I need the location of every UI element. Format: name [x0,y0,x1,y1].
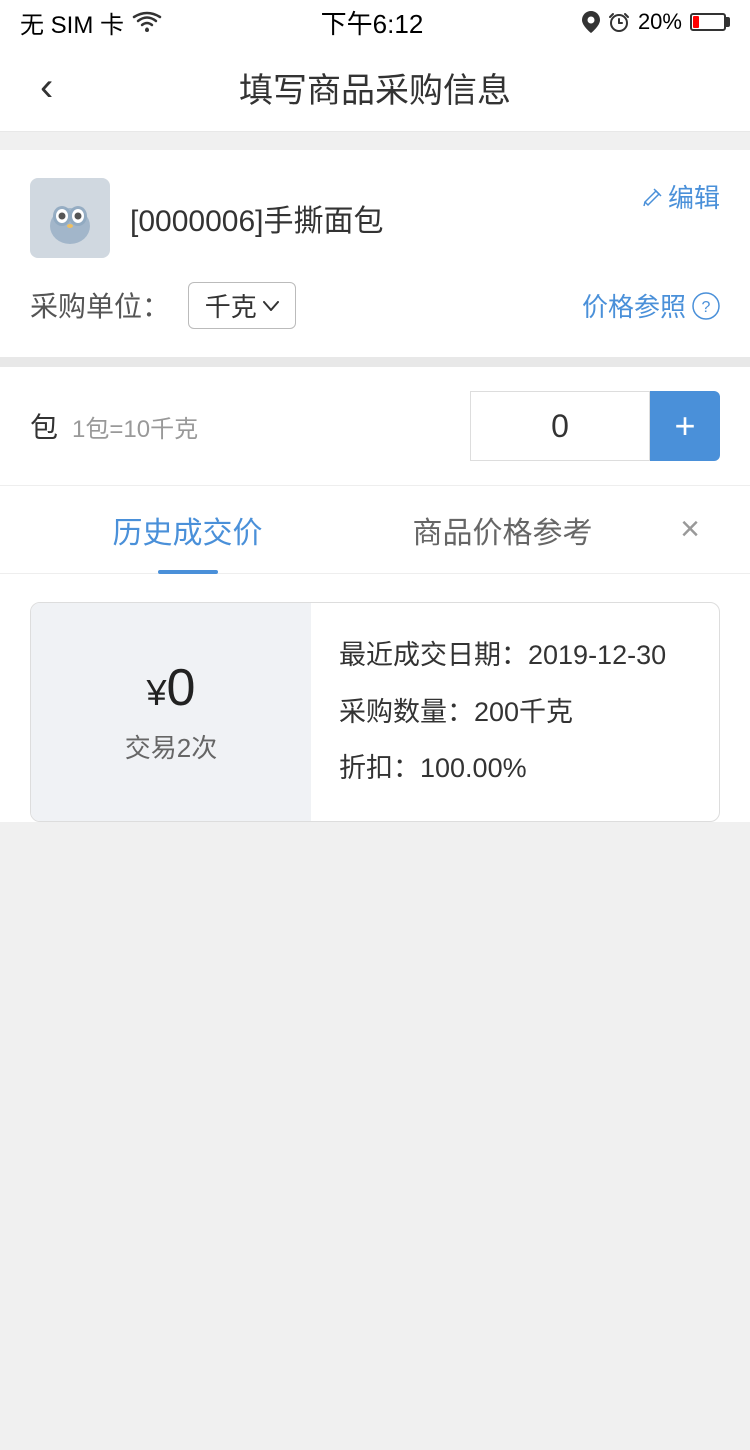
qty-unit-info: 包 1包=10千克 [30,406,198,446]
purchase-qty-value: 200千克 [474,697,573,727]
qty-unit-badge: 包 [30,406,58,446]
qty-plus-button[interactable]: + [650,391,720,461]
product-unit-row: 采购单位： 千克 价格参照 ? [30,282,720,329]
section-divider [0,357,750,367]
quantity-row: 包 1包=10千克 0 + [0,367,750,486]
battery-percent: 20% [638,9,682,35]
help-icon: ? [692,292,720,320]
tabs-section: 历史成交价 商品价格参考 × ¥0 交易2次 最近成交日期：2019-12-30… [0,486,750,822]
recent-date-row: 最近成交日期：2019-12-30 [339,635,691,676]
history-price-section: ¥0 交易2次 [31,603,311,821]
main-content [0,850,750,1450]
status-left: 无 SIM 卡 [20,5,162,40]
history-details-section: 最近成交日期：2019-12-30 采购数量：200千克 折扣：100.00% [311,603,719,821]
purchase-qty-label: 采购数量： [339,697,474,727]
discount-value: 100.00% [420,753,527,783]
unit-value: 千克 [205,287,257,324]
back-button[interactable]: ‹ [30,55,63,120]
tab-close-button[interactable]: × [660,500,720,560]
edit-label: 编辑 [668,178,720,215]
discount-row: 折扣：100.00% [339,748,691,789]
history-trades-count: 交易2次 [125,728,217,765]
battery-icon [690,13,730,31]
edit-icon [642,186,664,208]
tab-history-price[interactable]: 历史成交价 [30,486,345,574]
owl-icon [40,188,100,248]
recent-date-value: 2019-12-30 [528,640,666,670]
tabs-header: 历史成交价 商品价格参考 × [0,486,750,574]
price-value: 0 [167,659,196,717]
tab-product-price[interactable]: 商品价格参考 [345,486,660,574]
unit-select[interactable]: 千克 [188,282,296,329]
discount-label: 折扣： [339,753,420,783]
product-card: [0000006]手撕面包 编辑 采购单位： 千克 价格参照 [0,150,750,357]
status-bar: 无 SIM 卡 下午6:12 20% [0,0,750,44]
product-thumbnail [30,178,110,258]
svg-text:?: ? [702,299,711,316]
qty-value: 0 [551,408,569,445]
location-icon [582,11,600,33]
status-right: 20% [582,9,730,35]
nav-bar: ‹ 填写商品采购信息 [0,44,750,132]
purchase-qty-row: 采购数量：200千克 [339,692,691,733]
edit-button[interactable]: 编辑 [642,178,720,215]
carrier-text: 无 SIM 卡 [20,5,124,40]
product-left: [0000006]手撕面包 [30,178,383,258]
qty-unit-hint: 1包=10千克 [72,409,198,444]
product-name: [0000006]手撕面包 [130,196,383,240]
page-title: 填写商品采购信息 [239,63,511,112]
unit-label: 采购单位： [30,291,170,322]
currency-symbol: ¥ [147,672,167,713]
history-card: ¥0 交易2次 最近成交日期：2019-12-30 采购数量：200千克 折扣：… [30,602,720,822]
history-price-display: ¥0 [147,658,196,718]
price-ref-label: 价格参照 [582,287,686,324]
wifi-icon [132,11,162,33]
tab-history-label: 历史成交价 [113,508,263,552]
status-time: 下午6:12 [321,4,424,41]
chevron-down-icon [263,301,279,311]
tab-product-label: 商品价格参考 [413,508,593,552]
qty-input[interactable]: 0 [470,391,650,461]
qty-controls: 0 + [470,391,720,461]
alarm-icon [608,11,630,33]
product-header: [0000006]手撕面包 编辑 [30,178,720,258]
price-ref-button[interactable]: 价格参照 ? [582,287,720,324]
unit-section: 采购单位： 千克 [30,282,296,329]
recent-date-label: 最近成交日期： [339,640,528,670]
